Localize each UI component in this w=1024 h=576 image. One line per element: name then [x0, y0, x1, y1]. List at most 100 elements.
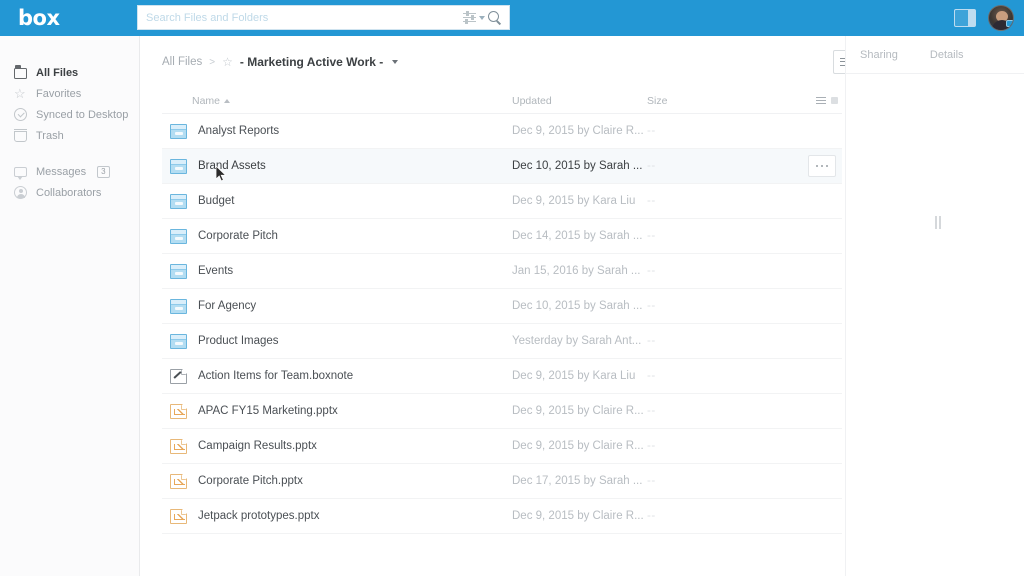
search-input[interactable]: [138, 6, 463, 29]
trash-icon: [13, 128, 27, 142]
file-name-cell: Brand Assets: [162, 158, 512, 174]
check-circle-icon: [14, 108, 27, 121]
file-name[interactable]: Jetpack prototypes.pptx: [198, 510, 319, 522]
file-size: --: [647, 440, 656, 452]
sidebar-item-all-files[interactable]: All Files: [0, 62, 139, 83]
pptx-icon: [170, 438, 187, 454]
file-size: --: [647, 475, 656, 487]
file-name[interactable]: Analyst Reports: [198, 125, 279, 137]
message-icon: [14, 167, 27, 180]
file-name-cell: Corporate Pitch.pptx: [162, 473, 512, 489]
tab-sharing[interactable]: Sharing: [860, 49, 898, 61]
table-row[interactable]: Campaign Results.pptx Dec 9, 2015 by Cla…: [162, 429, 842, 464]
column-header-size[interactable]: Size: [647, 95, 737, 107]
search-bar[interactable]: [137, 5, 510, 30]
view-toggle-group: [737, 96, 842, 105]
table-row[interactable]: Budget Dec 9, 2015 by Kara Liu --: [162, 184, 842, 219]
panel-resize-handle[interactable]: [935, 216, 942, 229]
pptx-icon: [170, 508, 187, 524]
table-row[interactable]: Jetpack prototypes.pptx Dec 9, 2015 by C…: [162, 499, 842, 534]
file-updated: Dec 9, 2015 by Kara Liu: [512, 370, 636, 382]
file-name-cell: Action Items for Team.boxnote: [162, 368, 512, 384]
sidebar-item-synced-to-desktop[interactable]: Synced to Desktop: [0, 104, 139, 125]
star-icon[interactable]: ☆: [222, 55, 233, 69]
file-updated: Jan 15, 2016 by Sarah ...: [512, 265, 641, 277]
file-size: --: [647, 335, 656, 347]
filter-icon[interactable]: [463, 11, 476, 24]
pptx-icon: [170, 473, 187, 489]
overflow-menu-icon[interactable]: [808, 155, 836, 177]
file-size: --: [647, 510, 656, 522]
sidebar-item-favorites[interactable]: ☆ Favorites: [0, 83, 139, 104]
file-updated: Dec 9, 2015 by Claire R...: [512, 510, 644, 522]
file-size: --: [647, 300, 656, 312]
file-updated: Dec 9, 2015 by Claire R...: [512, 125, 644, 137]
file-size: --: [647, 125, 656, 137]
table-row[interactable]: For Agency Dec 10, 2015 by Sarah ... --: [162, 289, 842, 324]
file-updated: Dec 9, 2015 by Claire R...: [512, 405, 644, 417]
star-icon: ☆: [14, 86, 26, 101]
file-size: --: [647, 230, 656, 242]
search-icon[interactable]: [488, 11, 501, 24]
sidebar-item-label: Synced to Desktop: [36, 108, 129, 121]
grid-view-icon[interactable]: [831, 97, 838, 104]
tab-details[interactable]: Details: [930, 49, 964, 61]
pptx-icon: [170, 403, 187, 419]
file-name[interactable]: Action Items for Team.boxnote: [198, 370, 353, 382]
sidebar-item-label: Favorites: [36, 87, 82, 100]
chevron-down-icon[interactable]: [479, 15, 485, 20]
column-header-name[interactable]: Name: [162, 95, 512, 107]
table-row[interactable]: Analyst Reports Dec 9, 2015 by Claire R.…: [162, 114, 842, 149]
file-updated: Dec 10, 2015 by Sarah ...: [512, 160, 643, 172]
file-name[interactable]: Brand Assets: [198, 160, 266, 172]
file-updated: Dec 10, 2015 by Sarah ...: [512, 300, 643, 312]
box-logo[interactable]: box: [18, 7, 60, 29]
sidebar-item-trash[interactable]: Trash: [0, 125, 139, 146]
file-name[interactable]: For Agency: [198, 300, 256, 312]
file-updated: Dec 9, 2015 by Kara Liu: [512, 195, 636, 207]
header-right-controls: [954, 0, 1014, 36]
file-name[interactable]: Product Images: [198, 335, 279, 347]
row-actions: [737, 155, 842, 177]
folder-icon: [14, 65, 27, 79]
table-row[interactable]: Corporate Pitch Dec 14, 2015 by Sarah ..…: [162, 219, 842, 254]
table-row[interactable]: Action Items for Team.boxnote Dec 9, 201…: [162, 359, 842, 394]
sidebar-item-label: Collaborators: [36, 186, 102, 199]
table-row[interactable]: Corporate Pitch.pptx Dec 17, 2015 by Sar…: [162, 464, 842, 499]
file-size: --: [647, 405, 656, 417]
file-name-cell: Corporate Pitch: [162, 228, 512, 244]
file-name-cell: APAC FY15 Marketing.pptx: [162, 403, 512, 419]
file-name-cell: Campaign Results.pptx: [162, 438, 512, 454]
chevron-down-icon[interactable]: [392, 60, 399, 64]
folder-icon: [170, 158, 187, 174]
side-panel-toggle-icon[interactable]: [954, 9, 976, 27]
table-row[interactable]: APAC FY15 Marketing.pptx Dec 9, 2015 by …: [162, 394, 842, 429]
breadcrumb: All Files > ☆ - Marketing Active Work -: [140, 55, 399, 69]
table-row[interactable]: Events Jan 15, 2016 by Sarah ... --: [162, 254, 842, 289]
table-row[interactable]: Product Images Yesterday by Sarah Ant...…: [162, 324, 842, 359]
column-header-updated[interactable]: Updated: [512, 95, 647, 107]
sidebar-item-messages[interactable]: Messages 3: [0, 161, 139, 182]
file-name[interactable]: Events: [198, 265, 233, 277]
file-name[interactable]: Campaign Results.pptx: [198, 440, 317, 452]
file-name[interactable]: Budget: [198, 195, 234, 207]
sidebar-item-label: All Files: [36, 66, 79, 79]
left-sidebar: All Files ☆ Favorites Synced to Desktop …: [0, 36, 140, 576]
file-name-cell: Analyst Reports: [162, 123, 512, 139]
file-name[interactable]: APAC FY15 Marketing.pptx: [198, 405, 338, 417]
right-side-panel: Sharing Details: [845, 36, 1024, 576]
folder-icon: [170, 123, 187, 139]
folder-icon: [170, 263, 187, 279]
page-title: - Marketing Active Work -: [239, 55, 384, 69]
users-icon: [14, 186, 27, 199]
sidebar-item-collaborators[interactable]: Collaborators: [0, 182, 139, 203]
file-name[interactable]: Corporate Pitch.pptx: [198, 475, 303, 487]
sort-ascending-icon: [224, 98, 231, 103]
sidebar-item-label: Messages: [36, 165, 87, 178]
list-view-icon[interactable]: [816, 96, 826, 105]
breadcrumb-root-link[interactable]: All Files: [162, 56, 202, 68]
file-name[interactable]: Corporate Pitch: [198, 230, 278, 242]
top-header-bar: box: [0, 0, 1024, 36]
table-row[interactable]: Brand Assets Dec 10, 2015 by Sarah ... -…: [162, 149, 842, 184]
avatar[interactable]: [988, 5, 1014, 31]
